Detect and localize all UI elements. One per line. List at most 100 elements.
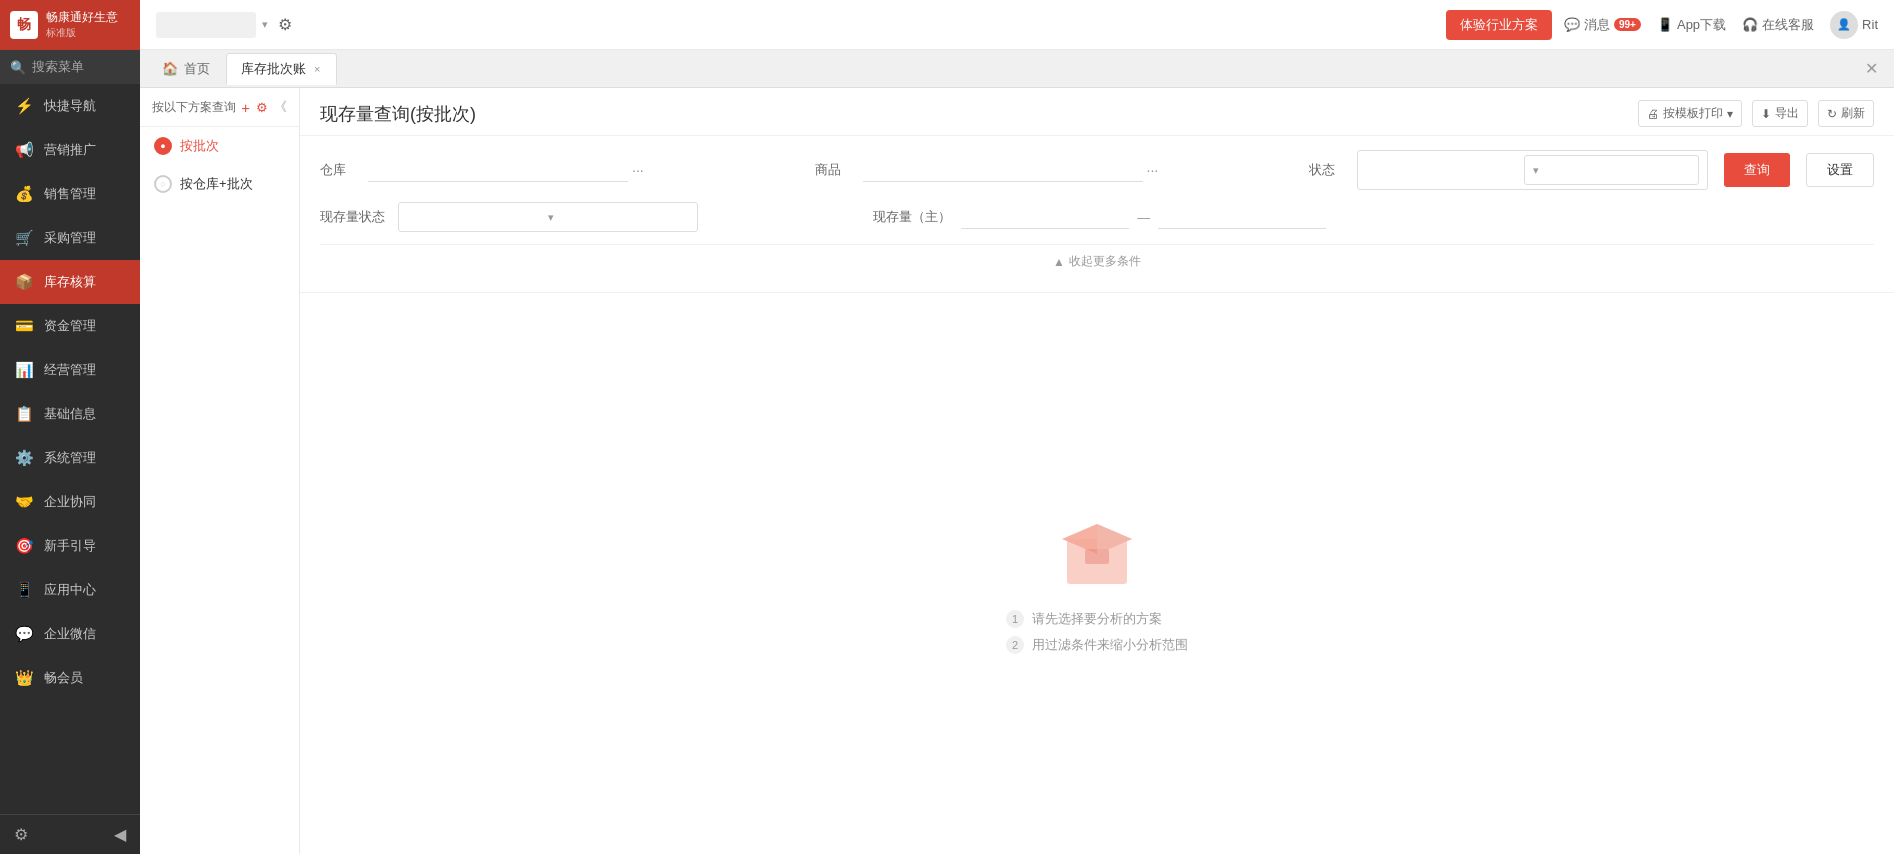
sidebar-item-label: 企业协同 — [44, 493, 96, 511]
page-header: 现存量查询(按批次) 🖨 按模板打印 ▾ ⬇ 导出 ↻ 刷新 — [300, 88, 1894, 136]
guide-icon: 🎯 — [14, 536, 34, 556]
tab-inventory-batch[interactable]: 库存批次账 × — [226, 53, 337, 85]
panel-close-btn[interactable]: ✕ — [1857, 55, 1886, 82]
sidebar-item-guide[interactable]: 🎯 新手引导 — [0, 524, 140, 568]
trial-btn[interactable]: 体验行业方案 — [1446, 10, 1552, 40]
sidebar-item-system[interactable]: ⚙️ 系统管理 — [0, 436, 140, 480]
warehouse-more-icon[interactable]: ··· — [632, 162, 644, 178]
sidebar-item-sales[interactable]: 💰 销售管理 — [0, 172, 140, 216]
home-icon: 🏠 — [162, 61, 178, 76]
sidebar-nav: ⚡ 快捷导航 📢 营销推广 💰 销售管理 🛒 采购管理 📦 库存核算 💳 资金管… — [0, 84, 140, 814]
sidebar-item-label: 库存核算 — [44, 273, 96, 291]
sidebar-item-operation[interactable]: 📊 经营管理 — [0, 348, 140, 392]
hint-num-1: 1 — [1006, 610, 1024, 628]
hint-text-2: 用过滤条件来缩小分析范围 — [1032, 636, 1188, 654]
filter-row-2: 现存量状态 ▾ 现存量（主） — — [320, 202, 1874, 232]
set-btn[interactable]: 设置 — [1806, 153, 1874, 187]
product-label: 商品 — [815, 161, 855, 179]
quick-nav-icon: ⚡ — [14, 96, 34, 116]
query-btn[interactable]: 查询 — [1724, 153, 1790, 187]
sidebar-item-inventory[interactable]: 📦 库存核算 — [0, 260, 140, 304]
product-more-icon[interactable]: ··· — [1147, 162, 1159, 178]
scheme-settings-icon[interactable]: ⚙ — [256, 100, 268, 115]
topbar: ▾ ⚙ 体验行业方案 💬 消息 99+ 📱 App下载 🎧 在线客服 👤 — [140, 0, 1894, 50]
user-btn[interactable]: 👤 Rit — [1830, 11, 1878, 39]
headset-icon: 🎧 — [1742, 17, 1758, 32]
product-input[interactable] — [863, 158, 1143, 182]
system-icon: ⚙️ — [14, 448, 34, 468]
sidebar-item-marketing[interactable]: 📢 营销推广 — [0, 128, 140, 172]
sidebar-item-label: 畅会员 — [44, 669, 83, 687]
batch-scheme-label: 按批次 — [180, 137, 219, 155]
app-version: 标准版 — [46, 26, 118, 40]
collapse-sidebar-icon[interactable]: ◀ — [114, 825, 126, 844]
stock-qty-from[interactable] — [961, 205, 1129, 229]
sidebar-item-basic[interactable]: 📋 基础信息 — [0, 392, 140, 436]
inventory-icon: 📦 — [14, 272, 34, 292]
sidebar-item-quick-nav[interactable]: ⚡ 快捷导航 — [0, 84, 140, 128]
sidebar-item-finance[interactable]: 💳 资金管理 — [0, 304, 140, 348]
tabbar: 🏠 首页 库存批次账 × ✕ — [140, 50, 1894, 88]
sidebar-item-app-center[interactable]: 📱 应用中心 — [0, 568, 140, 612]
export-icon: ⬇ — [1761, 107, 1771, 121]
print-label: 按模板打印 — [1663, 105, 1723, 122]
collapse-more-btn[interactable]: ▲ 收起更多条件 — [320, 244, 1874, 278]
customer-service-label: 在线客服 — [1762, 16, 1814, 34]
print-dropdown-icon[interactable]: ▾ — [1727, 107, 1733, 121]
operation-icon: 📊 — [14, 360, 34, 380]
marketing-icon: 📢 — [14, 140, 34, 160]
sidebar-item-label: 企业微信 — [44, 625, 96, 643]
sidebar-item-enterprise[interactable]: 🤝 企业协同 — [0, 480, 140, 524]
search-menu[interactable]: 🔍 搜索菜单 — [0, 50, 140, 84]
scheme-item-warehouse-batch[interactable]: ○ 按仓库+批次 — [140, 165, 299, 203]
gear-icon[interactable]: ⚙ — [274, 11, 296, 38]
scheme-item-batch[interactable]: ● 按批次 — [140, 127, 299, 165]
tab-home[interactable]: 🏠 首页 — [148, 53, 224, 85]
app-title: 畅康通好生意 — [46, 10, 118, 26]
search-icon: 🔍 — [10, 60, 26, 75]
tab-close-icon[interactable]: × — [312, 61, 322, 77]
wechat-icon: 💬 — [14, 624, 34, 644]
collapse-panel-icon[interactable]: 《 — [274, 98, 287, 116]
status-label: 状态 — [1309, 161, 1349, 179]
refresh-btn[interactable]: ↻ 刷新 — [1818, 100, 1874, 127]
customer-service-btn[interactable]: 🎧 在线客服 — [1742, 16, 1814, 34]
breadcrumb — [156, 12, 256, 38]
avatar: 👤 — [1830, 11, 1858, 39]
stock-status-select[interactable]: ▾ — [398, 202, 698, 232]
search-menu-label: 搜索菜单 — [32, 58, 84, 76]
messages-btn[interactable]: 💬 消息 99+ — [1564, 16, 1641, 34]
basic-icon: 📋 — [14, 404, 34, 424]
stock-status-field: 现存量状态 ▾ — [320, 202, 857, 232]
warehouse-batch-scheme-label: 按仓库+批次 — [180, 175, 253, 193]
topbar-right: 💬 消息 99+ 📱 App下载 🎧 在线客服 👤 Rit — [1564, 11, 1878, 39]
sidebar-item-member[interactable]: 👑 畅会员 — [0, 656, 140, 700]
hint-text-1: 请先选择要分析的方案 — [1032, 610, 1162, 628]
tab-active-label: 库存批次账 — [241, 60, 306, 78]
settings-footer-icon[interactable]: ⚙ — [14, 825, 28, 844]
sidebar-item-label: 经营管理 — [44, 361, 96, 379]
sidebar-item-wechat[interactable]: 💬 企业微信 — [0, 612, 140, 656]
left-panel-title: 按以下方案查询 — [152, 99, 236, 116]
refresh-icon: ↻ — [1827, 107, 1837, 121]
sidebar-item-purchase[interactable]: 🛒 采购管理 — [0, 216, 140, 260]
print-btn[interactable]: 🖨 按模板打印 ▾ — [1638, 100, 1742, 127]
app-download-btn[interactable]: 📱 App下载 — [1657, 16, 1726, 34]
empty-hint-2: 2 用过滤条件来缩小分析范围 — [1006, 636, 1188, 654]
status-field: 状态 ▾ — [1309, 150, 1708, 190]
export-btn[interactable]: ⬇ 导出 — [1752, 100, 1808, 127]
empty-state: 1 请先选择要分析的方案 2 用过滤条件来缩小分析范围 — [300, 293, 1894, 854]
export-label: 导出 — [1775, 105, 1799, 122]
empty-illustration — [1047, 494, 1147, 594]
topbar-nav: ▾ ⚙ — [156, 11, 1434, 38]
sidebar-footer: ⚙ ◀ — [0, 814, 140, 854]
breadcrumb-dropdown-icon[interactable]: ▾ — [262, 18, 268, 31]
stock-qty-to[interactable] — [1158, 205, 1326, 229]
add-scheme-btn[interactable]: + — [241, 99, 250, 116]
main-area: ▾ ⚙ 体验行业方案 💬 消息 99+ 📱 App下载 🎧 在线客服 👤 — [140, 0, 1894, 854]
filter-area: 仓库 ··· 商品 ··· 状态 ▾ — [300, 136, 1894, 293]
content-area: 按以下方案查询 + ⚙ 《 ● 按批次 ○ 按仓库+批次 现存量查询(按批次) — [140, 88, 1894, 854]
warehouse-input[interactable] — [368, 158, 628, 182]
status-select[interactable]: ▾ — [1357, 150, 1708, 190]
left-panel-header: 按以下方案查询 + ⚙ 《 — [140, 88, 299, 127]
